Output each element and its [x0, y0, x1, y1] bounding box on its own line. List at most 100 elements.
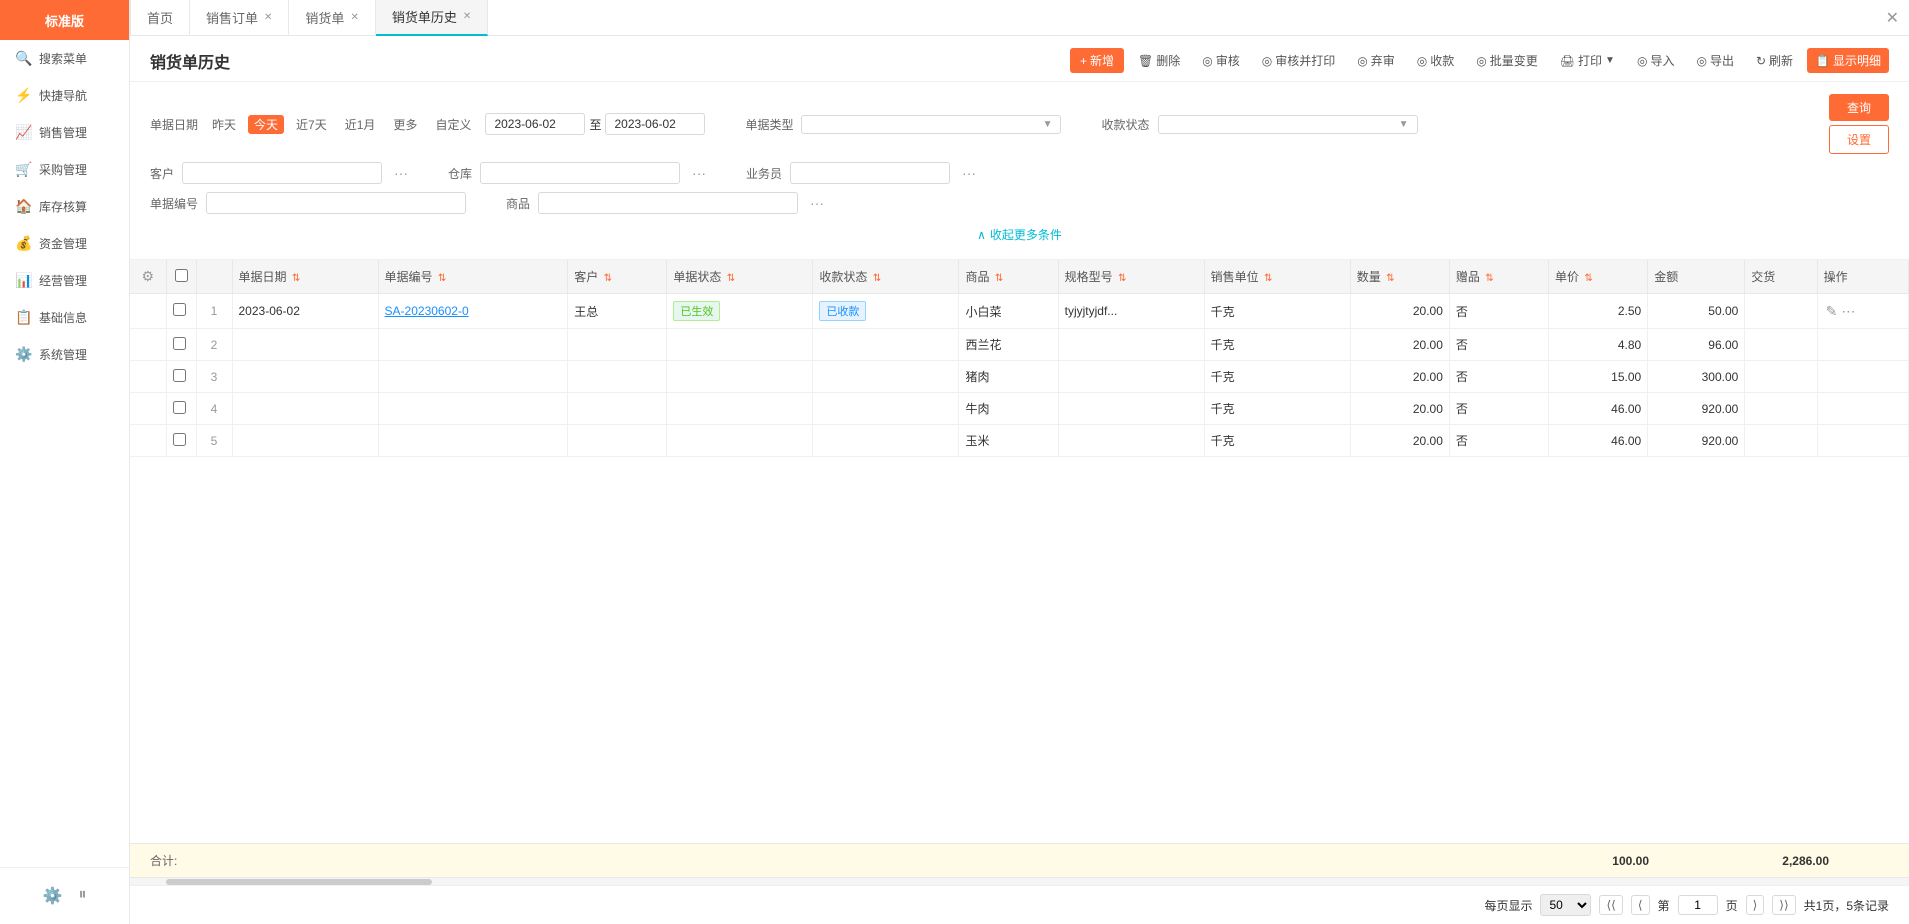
- page-last-button[interactable]: ⟩⟩: [1772, 895, 1795, 915]
- query-button[interactable]: 查询: [1829, 94, 1889, 121]
- table-footer: 合计: 100.00 2,286.00: [130, 843, 1909, 877]
- cell-checkbox-4: [166, 425, 196, 457]
- sidebar-item-purchase-mgmt[interactable]: 🛒 采购管理: [0, 151, 129, 188]
- col-collectstatus[interactable]: 收款状态 ⇅: [813, 260, 959, 294]
- horizontal-scrollbar[interactable]: [130, 877, 1909, 885]
- col-price[interactable]: 单价 ⇅: [1549, 260, 1648, 294]
- date-yesterday-btn[interactable]: 昨天: [206, 115, 242, 134]
- table-settings-icon[interactable]: ⚙: [141, 268, 154, 284]
- page-prev-button[interactable]: ⟨: [1631, 895, 1650, 915]
- row-checkbox-1[interactable]: [173, 337, 186, 350]
- delete-button[interactable]: 🗑 删除: [1130, 48, 1188, 73]
- col-customer[interactable]: 客户 ⇅: [568, 260, 667, 294]
- set-button[interactable]: 设置: [1829, 125, 1889, 154]
- sidebar-item-inventory[interactable]: 🏠 库存核算: [0, 188, 129, 225]
- sidebar-logo: 标准版: [0, 0, 129, 40]
- show-detail-icon: 📋: [1815, 54, 1830, 68]
- date-last1m-btn[interactable]: 近1月: [339, 115, 382, 134]
- date-from-input[interactable]: [485, 113, 585, 135]
- col-gift[interactable]: 赠品 ⇅: [1449, 260, 1548, 294]
- col-docno[interactable]: 单据编号 ⇅: [378, 260, 568, 294]
- collapse-filter-button[interactable]: ∧ 收起更多条件: [150, 222, 1889, 247]
- scroll-bar-thumb[interactable]: [166, 879, 433, 885]
- page-number-input[interactable]: [1678, 895, 1718, 915]
- row-checkbox-3[interactable]: [173, 401, 186, 414]
- select-all-checkbox[interactable]: [175, 269, 188, 282]
- sidebar-item-basic-info[interactable]: 📋 基础信息: [0, 299, 129, 336]
- sidebar-bottom: ⚙️ ⏸: [0, 867, 129, 924]
- table-row: 4 牛肉 千克 20.00 否 46.00 920.00: [130, 393, 1909, 425]
- warehouse-ellipsis-icon[interactable]: ···: [692, 165, 706, 181]
- cell-rownum-0: 1: [196, 294, 232, 329]
- date-more-btn[interactable]: 更多: [387, 115, 423, 134]
- col-spec[interactable]: 规格型号 ⇅: [1058, 260, 1204, 294]
- tab-sales-history-close[interactable]: ✕: [463, 11, 471, 22]
- col-settings[interactable]: ⚙: [130, 260, 166, 294]
- filter-docno-input[interactable]: [206, 192, 466, 214]
- page-first-button[interactable]: ⟨⟨: [1599, 895, 1622, 915]
- cell-unit-4: 千克: [1204, 425, 1350, 457]
- tab-sales-history[interactable]: 销货单历史 ✕: [376, 0, 488, 36]
- sidebar-item-sales-mgmt[interactable]: 📈 销售管理: [0, 114, 129, 151]
- filter-collectstatus-select[interactable]: ▼: [1158, 115, 1418, 134]
- date-last7-btn[interactable]: 近7天: [290, 115, 333, 134]
- col-unit[interactable]: 销售单位 ⇅: [1204, 260, 1350, 294]
- filter-warehouse-input[interactable]: [480, 162, 680, 184]
- import-button[interactable]: ◎ 导入: [1629, 48, 1683, 73]
- filter-product-input[interactable]: [538, 192, 798, 214]
- action-edit-0[interactable]: ✎: [1826, 303, 1838, 319]
- tab-sales-invoice[interactable]: 销货单 ✕: [289, 0, 375, 36]
- cell-docstatus-1: [667, 329, 813, 361]
- tab-sales-order-close[interactable]: ✕: [264, 12, 272, 23]
- new-button[interactable]: + 新增: [1070, 48, 1124, 73]
- cell-settings-1: [130, 329, 166, 361]
- col-product[interactable]: 商品 ⇅: [959, 260, 1058, 294]
- filter-row-3: 单据编号 商品 ···: [150, 192, 1889, 214]
- cell-collectstatus-0: 已收款: [813, 294, 959, 329]
- doc-no-link-0[interactable]: SA-20230602-0: [385, 304, 469, 318]
- tab-home[interactable]: 首页: [130, 0, 190, 36]
- per-page-select[interactable]: 50 20 100: [1540, 894, 1591, 916]
- tab-sales-order[interactable]: 销售订单 ✕: [190, 0, 289, 36]
- date-to-input[interactable]: [605, 113, 705, 135]
- batch-change-button[interactable]: ◎ 批量变更: [1468, 48, 1546, 73]
- print-button[interactable]: 🖨 打印 ▼: [1552, 48, 1623, 73]
- date-custom-btn[interactable]: 自定义: [429, 115, 477, 134]
- sidebar-item-search-menu[interactable]: 🔍 搜索菜单: [0, 40, 129, 77]
- show-detail-button[interactable]: 📋 显示明细: [1807, 48, 1889, 73]
- filter-doctype-select[interactable]: ▼: [801, 115, 1061, 134]
- date-today-btn[interactable]: 今天: [248, 115, 284, 134]
- row-checkbox-4[interactable]: [173, 433, 186, 446]
- staff-ellipsis-icon[interactable]: ···: [962, 165, 976, 181]
- collect-button[interactable]: ◎ 收款: [1409, 48, 1463, 73]
- product-ellipsis-icon[interactable]: ···: [810, 195, 824, 211]
- table-body: 1 2023-06-02 SA-20230602-0 王总 已生效 已收款 小白…: [130, 294, 1909, 457]
- filter-staff-input[interactable]: [790, 162, 950, 184]
- col-docstatus[interactable]: 单据状态 ⇅: [667, 260, 813, 294]
- filter-customer-input[interactable]: [182, 162, 382, 184]
- action-more-0[interactable]: ⋯: [1841, 303, 1855, 319]
- settings-bottom-icon[interactable]: ⚙️: [43, 886, 63, 906]
- sidebar-item-sys-mgmt[interactable]: ⚙️ 系统管理: [0, 336, 129, 373]
- collect-status-badge-0: 已收款: [819, 301, 866, 321]
- sidebar-item-finance-mgmt[interactable]: 💰 资金管理: [0, 225, 129, 262]
- sidebar-item-quick-nav[interactable]: ⚡ 快捷导航: [0, 77, 129, 114]
- abandon-button[interactable]: ◎ 弃审: [1349, 48, 1403, 73]
- tab-close-all-button[interactable]: ✕: [1876, 8, 1909, 28]
- export-button[interactable]: ◎ 导出: [1688, 48, 1742, 73]
- refresh-icon: ↻: [1756, 54, 1766, 68]
- row-checkbox-0[interactable]: [173, 303, 186, 316]
- customer-ellipsis-icon[interactable]: ···: [394, 165, 408, 181]
- col-qty[interactable]: 数量 ⇅: [1350, 260, 1449, 294]
- pause-bottom-icon[interactable]: ⏸: [78, 886, 86, 906]
- col-gift-label: 赠品: [1456, 270, 1480, 284]
- audit-button[interactable]: ◎ 审核: [1194, 48, 1248, 73]
- row-checkbox-2[interactable]: [173, 369, 186, 382]
- audit-print-button[interactable]: ◎ 审核并打印: [1254, 48, 1344, 73]
- refresh-button[interactable]: ↻ 刷新: [1748, 48, 1801, 73]
- page-next-button[interactable]: ⟩: [1746, 895, 1765, 915]
- col-docdate[interactable]: 单据日期 ⇅: [232, 260, 378, 294]
- sidebar-item-ops-mgmt[interactable]: 📊 经营管理: [0, 262, 129, 299]
- tab-sales-invoice-close[interactable]: ✕: [350, 12, 358, 23]
- cell-actions-3: [1817, 393, 1908, 425]
